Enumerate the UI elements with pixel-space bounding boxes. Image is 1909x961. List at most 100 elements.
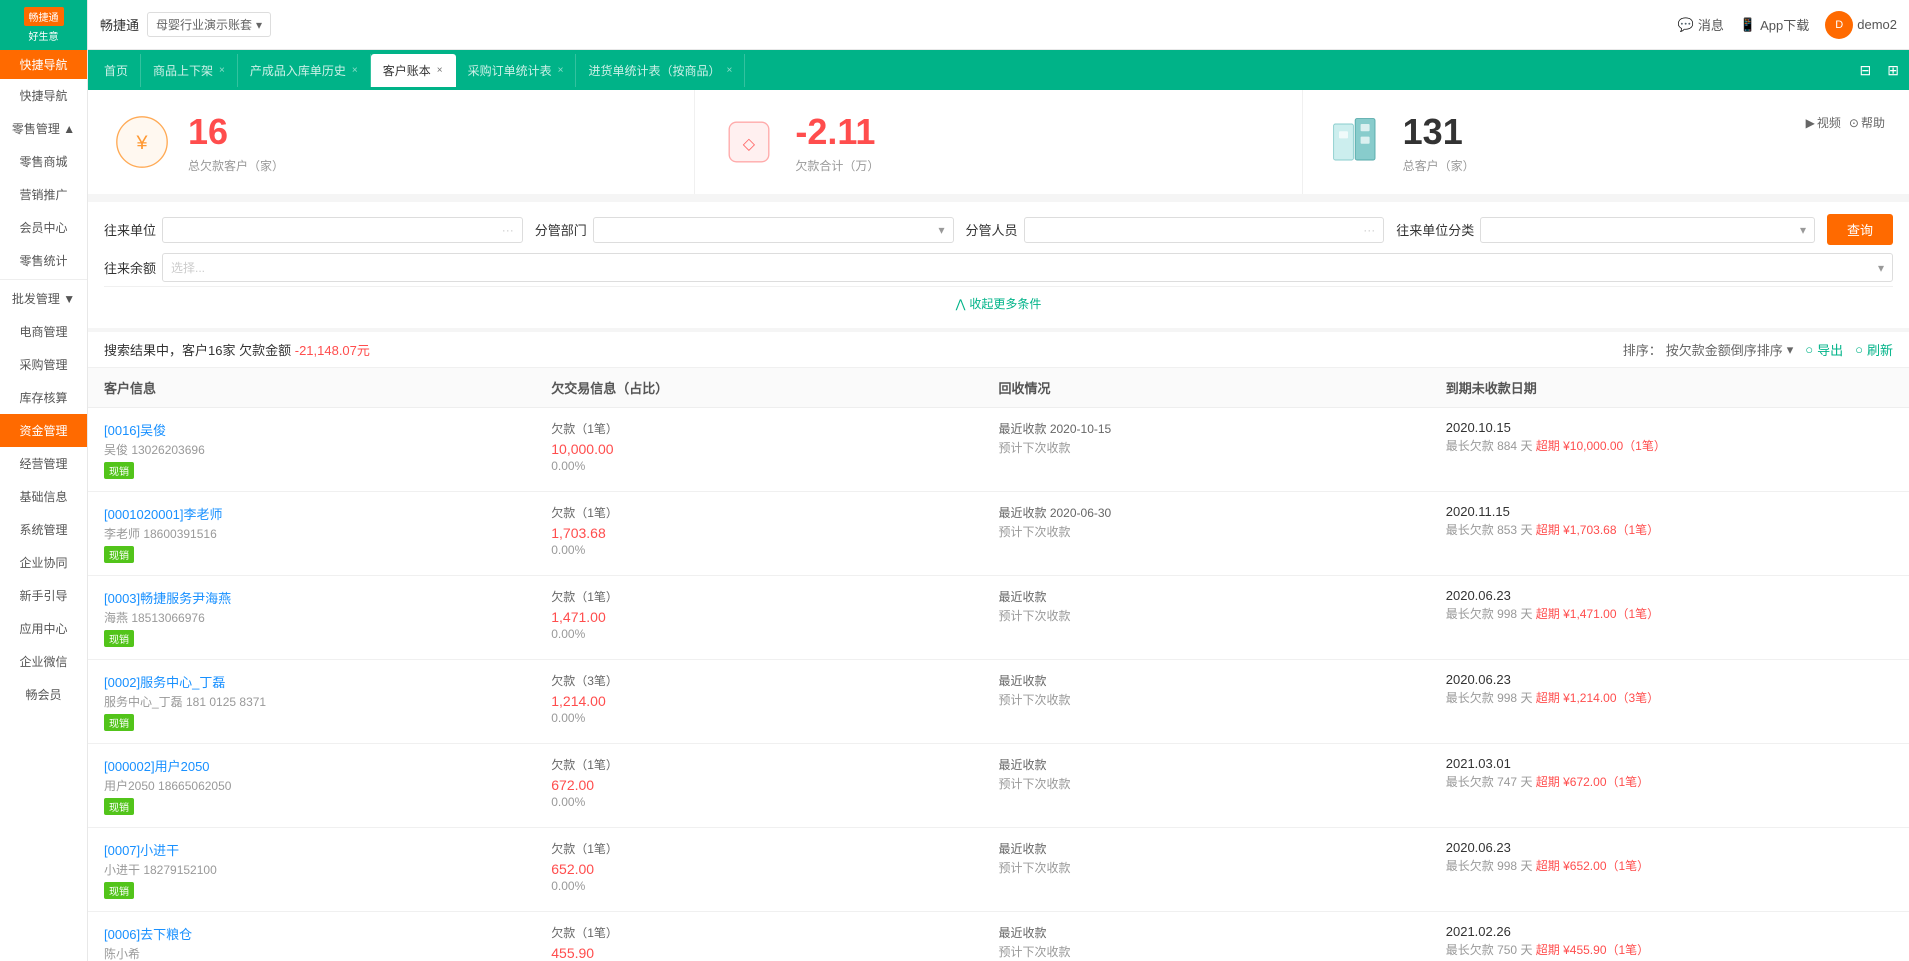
sidebar-item-retail-stats[interactable]: 零售统计	[0, 244, 87, 277]
sidebar-item-operations[interactable]: 经营管理	[0, 447, 87, 480]
customer-name-1[interactable]: [0001020001]李老师	[104, 504, 551, 523]
tab-inbound-stats[interactable]: 进货单统计表（按商品） ×	[576, 54, 745, 87]
sidebar-item-enterprise-wechat[interactable]: 企业微信	[0, 645, 87, 678]
video-icon: ▶	[1806, 116, 1815, 130]
tab-maximize-btn[interactable]: ⊞	[1881, 58, 1905, 83]
sidebar-item-member-center-label: 会员中心	[4, 219, 83, 236]
brand-name: 好生意	[24, 28, 64, 43]
tab-products[interactable]: 商品上下架 ×	[141, 54, 238, 87]
overdue-amount-0[interactable]: 超期 ¥10,000.00（1笔）	[1536, 439, 1666, 453]
due-date-0: 2020.10.15	[1446, 420, 1893, 435]
debt-amount-6: 455.90	[551, 945, 998, 961]
customer-tag-4: 现销	[104, 798, 134, 815]
view-video-btn[interactable]: ▶ 视频	[1806, 114, 1841, 131]
tab-production-label: 产成品入库单历史	[250, 62, 346, 79]
sidebar-item-member-center[interactable]: 会员中心	[0, 211, 87, 244]
sidebar-item-ecommerce[interactable]: 电商管理	[0, 315, 87, 348]
filter-row-2: 往来余额 选择... ▾	[104, 253, 1893, 282]
sidebar-item-marketing[interactable]: 营销推广	[0, 178, 87, 211]
tab-customer-account[interactable]: 客户账本 ×	[371, 54, 456, 87]
overdue-amount-3[interactable]: 超期 ¥1,214.00（3笔）	[1536, 691, 1659, 705]
tenant-selector[interactable]: 母婴行业演示账套 ▾	[147, 12, 271, 37]
sidebar-item-enterprise[interactable]: 企业协同	[0, 546, 87, 579]
user-menu[interactable]: D demo2	[1825, 11, 1897, 39]
overdue-amount-5[interactable]: 超期 ¥652.00（1笔）	[1536, 859, 1649, 873]
from-unit-input[interactable]: ···	[162, 217, 523, 243]
customer-cell-2: [0003]畅捷服务尹海燕 海燕 18513066976 现销	[104, 588, 551, 647]
export-btn[interactable]: ○ 导出	[1805, 340, 1843, 359]
overdue-info-0: 最长欠款 884 天 超期 ¥10,000.00（1笔）	[1446, 437, 1893, 454]
customer-name-4[interactable]: [000002]用户2050	[104, 756, 551, 775]
overdue-amount-2[interactable]: 超期 ¥1,471.00（1笔）	[1536, 607, 1659, 621]
person-input[interactable]: ···	[1024, 217, 1385, 243]
topbar-left: 畅捷通 母婴行业演示账套 ▾	[100, 12, 271, 37]
customer-cell-1: [0001020001]李老师 李老师 18600391516 现销	[104, 504, 551, 563]
app-download-btn[interactable]: 📱 App下载	[1740, 15, 1809, 34]
tab-purchase-order-close[interactable]: ×	[558, 65, 564, 76]
customer-name-6[interactable]: [0006]去下粮仓	[104, 924, 551, 943]
sidebar-item-inventory[interactable]: 库存核算	[0, 381, 87, 414]
dept-select[interactable]: ▾	[593, 217, 954, 243]
customer-name-2[interactable]: [0003]畅捷服务尹海燕	[104, 588, 551, 607]
sidebar-item-retail-mgmt[interactable]: 零售管理 ▲	[0, 112, 87, 145]
tab-production-close[interactable]: ×	[352, 65, 358, 76]
search-button[interactable]: 查询	[1827, 214, 1893, 245]
tab-purchase-order[interactable]: 采购订单统计表 ×	[456, 54, 577, 87]
overdue-amount-4[interactable]: 超期 ¥672.00（1笔）	[1536, 775, 1649, 789]
sidebar-item-basic-info[interactable]: 基础信息	[0, 480, 87, 513]
due-date-3: 2020.06.23	[1446, 672, 1893, 687]
debt-amount-4: 672.00	[551, 777, 998, 793]
main-content: 畅捷通 母婴行业演示账套 ▾ 💬 消息 📱 App下载 D demo2	[88, 0, 1909, 961]
stat-debt-amount-value: -2.11	[795, 110, 1277, 153]
customer-name-0[interactable]: [0016]吴俊	[104, 420, 551, 439]
tab-production[interactable]: 产成品入库单历史 ×	[238, 54, 371, 87]
tab-minimize-btn[interactable]: ⊟	[1854, 58, 1878, 83]
customer-tag-2: 现销	[104, 630, 134, 647]
tab-home[interactable]: 首页	[92, 54, 141, 87]
brand-tag: 畅捷通	[24, 7, 64, 26]
sidebar-item-app-center[interactable]: 应用中心	[0, 612, 87, 645]
stat-debt-customers-info: 16 总欠款客户（家）	[188, 110, 670, 174]
collapse-btn[interactable]: ⋀ 收起更多条件	[104, 286, 1893, 316]
customer-name-5[interactable]: [0007]小进干	[104, 840, 551, 859]
help-label: 帮助	[1861, 114, 1885, 131]
tab-products-close[interactable]: ×	[219, 65, 225, 76]
sidebar-item-purchase[interactable]: 采购管理	[0, 348, 87, 381]
tab-inbound-stats-close[interactable]: ×	[726, 65, 732, 76]
unit-class-select[interactable]: ▾	[1480, 217, 1815, 243]
sidebar-item-retail-mall[interactable]: 零售商城	[0, 145, 87, 178]
tab-customer-account-close[interactable]: ×	[437, 65, 443, 76]
help-btn[interactable]: ⊙ 帮助	[1849, 114, 1885, 131]
table-row: [0006]去下粮仓 陈小希 现销 欠款（1笔） 455.90 0.00% 最近…	[88, 912, 1909, 961]
debt-count-6: 欠款（1笔）	[551, 924, 998, 941]
overdue-amount-6[interactable]: 超期 ¥455.90（1笔）	[1536, 943, 1649, 957]
page-content: ¥ 16 总欠款客户（家） ◇ -2.11 欠款合计	[88, 90, 1909, 961]
sidebar: 畅捷通 好生意 快捷导航 快捷导航 零售管理 ▲ 零售商城 营销推广 会员中心 …	[0, 0, 88, 961]
search-menu[interactable]: 快捷导航	[0, 50, 87, 79]
balance-select[interactable]: 选择... ▾	[162, 253, 1893, 282]
sidebar-item-system[interactable]: 系统管理	[0, 513, 87, 546]
overdue-info-6: 最长欠款 750 天 超期 ¥455.90（1笔）	[1446, 941, 1893, 958]
sidebar-item-quick-nav[interactable]: 快捷导航	[0, 79, 87, 112]
sidebar-item-finance[interactable]: 资金管理	[0, 414, 87, 447]
sidebar-item-member[interactable]: 畅会员	[0, 678, 87, 711]
debt-cell-3: 欠款（3笔） 1,214.00 0.00%	[551, 672, 998, 725]
debt-amount-3: 1,214.00	[551, 693, 998, 709]
overdue-amount-1[interactable]: 超期 ¥1,703.68（1笔）	[1536, 523, 1659, 537]
sidebar-item-batch-mgmt[interactable]: 批发管理 ▼	[0, 282, 87, 315]
refresh-btn[interactable]: ○ 刷新	[1855, 340, 1893, 359]
filter-unit-class: 往来单位分类 ▾	[1396, 217, 1815, 243]
debt-percent-4: 0.00%	[551, 795, 998, 809]
message-btn[interactable]: 💬 消息	[1678, 15, 1724, 34]
sidebar-item-purchase-label: 采购管理	[4, 356, 83, 373]
last-collect-0: 最近收款 2020-10-15	[999, 420, 1446, 437]
tab-products-label: 商品上下架	[153, 62, 213, 79]
unit-class-arrow-icon: ▾	[1800, 223, 1806, 237]
sort-selector[interactable]: 排序： 按欠款金额倒序排序 ▾	[1623, 340, 1794, 359]
debt-percent-3: 0.00%	[551, 711, 998, 725]
sidebar-nav: 快捷导航 零售管理 ▲ 零售商城 营销推广 会员中心 零售统计 批发管理 ▼ 电…	[0, 79, 87, 961]
customer-name-3[interactable]: [0002]服务中心_丁磊	[104, 672, 551, 691]
tab-actions: ⊟ ⊞	[1854, 58, 1905, 83]
sidebar-item-new-guide[interactable]: 新手引导	[0, 579, 87, 612]
stat-debt-amount-info: -2.11 欠款合计（万）	[795, 110, 1277, 174]
